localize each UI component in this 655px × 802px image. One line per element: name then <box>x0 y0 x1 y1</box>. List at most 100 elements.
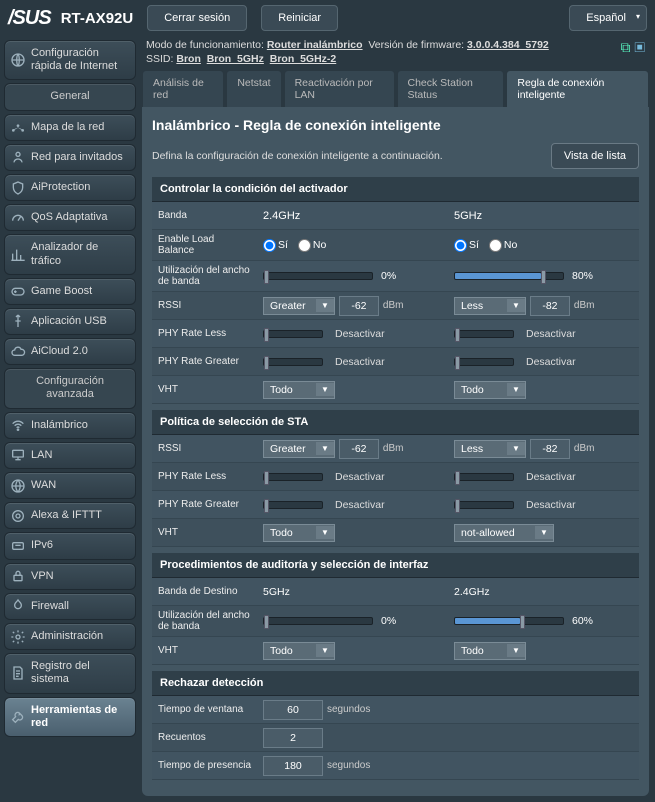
label-phygr2: PHY Rate Greater <box>152 495 257 514</box>
sidebar-item-wan[interactable]: WAN <box>4 472 136 499</box>
tab-bar: Análisis de red Netstat Reactivación por… <box>142 70 649 107</box>
select-rssi2-24[interactable]: Greater▼ <box>263 440 335 458</box>
slider-phyless-5[interactable] <box>454 330 514 338</box>
label-rssi: RSSI <box>152 296 257 315</box>
tools-icon <box>10 709 26 725</box>
radio-lb-24-no[interactable]: No <box>298 239 326 252</box>
tab-netstat[interactable]: Netstat <box>226 70 281 107</box>
cloud-icon <box>10 344 26 360</box>
label-presence: Tiempo de presencia <box>152 756 257 775</box>
sidebar-item-map[interactable]: Mapa de la red <box>4 114 136 141</box>
sidebar: Configuración rápida de Internet General… <box>0 36 140 802</box>
reboot-button[interactable]: Reiniciar <box>261 5 338 31</box>
map-icon <box>10 119 26 135</box>
sidebar-item-qos[interactable]: QoS Adaptativa <box>4 204 136 231</box>
select-vht-5[interactable]: Todo▼ <box>454 381 526 399</box>
phyless-24-state: Desactivar <box>335 328 385 340</box>
sidebar-item-ipv6[interactable]: IPv6 <box>4 532 136 559</box>
label-phyless2: PHY Rate Less <box>152 467 257 486</box>
slider-bw-24[interactable] <box>263 272 373 280</box>
slider-phygr-24[interactable] <box>263 358 323 366</box>
label-vht: VHT <box>152 380 257 399</box>
col-head-5: 5GHz <box>448 207 639 225</box>
sidebar-item-qis[interactable]: Configuración rápida de Internet <box>4 40 136 80</box>
radio-lb-5-yes[interactable]: Sí <box>454 239 479 252</box>
slider-bw3-5[interactable] <box>454 617 564 625</box>
unit-dbm: dBm <box>383 443 404 454</box>
sidebar-item-guest[interactable]: Red para invitados <box>4 144 136 171</box>
input-window[interactable] <box>263 700 323 720</box>
select-vht-24[interactable]: Todo▼ <box>263 381 335 399</box>
select-vht3-5[interactable]: Todo▼ <box>454 642 526 660</box>
input-presence[interactable] <box>263 756 323 776</box>
select-rssi2-5[interactable]: Less▼ <box>454 440 526 458</box>
label-rssi2: RSSI <box>152 439 257 458</box>
sidebar-item-gameboost[interactable]: Game Boost <box>4 278 136 305</box>
radio-lb-24-yes[interactable]: Sí <box>263 239 288 252</box>
slider-phygr2-5[interactable] <box>454 501 514 509</box>
globe-icon <box>10 478 26 494</box>
label-bw-util: Utilización del ancho de banda <box>152 261 257 291</box>
internet-icon <box>10 52 26 68</box>
sidebar-item-syslog[interactable]: Registro del sistema <box>4 653 136 693</box>
sidebar-item-nettools[interactable]: Herramientas de red <box>4 697 136 737</box>
input-rssi2-24[interactable] <box>339 439 379 459</box>
brand-logo: /SUS <box>8 7 51 30</box>
app-icon[interactable]: ▣ <box>634 39 645 55</box>
tab-netanalysis[interactable]: Análisis de red <box>142 70 224 107</box>
alexa-icon <box>10 508 26 524</box>
section-sta: Política de selección de STA RSSI Greate… <box>152 410 639 547</box>
slider-bw3-24[interactable] <box>263 617 373 625</box>
select-vht2-5[interactable]: not-allowed▼ <box>454 524 554 542</box>
sidebar-item-aiprotection[interactable]: AiProtection <box>4 174 136 201</box>
phyless-5-state: Desactivar <box>526 328 576 340</box>
section-head-interface: Procedimientos de auditoría y selección … <box>152 553 639 578</box>
tab-smart-connect[interactable]: Regla de conexión inteligente <box>506 70 649 107</box>
sidebar-item-vpn[interactable]: VPN <box>4 563 136 590</box>
list-view-button[interactable]: Vista de lista <box>551 143 639 169</box>
tab-wol[interactable]: Reactivación por LAN <box>284 70 395 107</box>
select-vht3-24[interactable]: Todo▼ <box>263 642 335 660</box>
section-interface: Procedimientos de auditoría y selección … <box>152 553 639 665</box>
label-counts: Recuentos <box>152 728 257 747</box>
input-counts[interactable] <box>263 728 323 748</box>
sidebar-item-alexa[interactable]: Alexa & IFTTT <box>4 502 136 529</box>
language-select[interactable]: Español <box>569 5 647 31</box>
aimesh-icon[interactable]: ⧉ <box>620 39 630 55</box>
col-head-24: 2.4GHz <box>257 207 448 225</box>
slider-bw-5[interactable] <box>454 272 564 280</box>
slider-phygr-5[interactable] <box>454 358 514 366</box>
slider-phyless-24[interactable] <box>263 330 323 338</box>
sidebar-item-traffic[interactable]: Analizador de tráfico <box>4 234 136 274</box>
top-bar: /SUS RT-AX92U Cerrar sesión Reiniciar Es… <box>0 0 655 36</box>
label-phy-greater: PHY Rate Greater <box>152 352 257 371</box>
slider-phyless2-5[interactable] <box>454 473 514 481</box>
input-rssi-24[interactable] <box>339 296 379 316</box>
sidebar-header-general: General <box>4 83 136 110</box>
sidebar-item-firewall[interactable]: Firewall <box>4 593 136 620</box>
log-icon <box>10 665 26 681</box>
panel: Inalámbrico - Regla de conexión intelige… <box>142 107 649 796</box>
sidebar-item-aicloud[interactable]: AiCloud 2.0 <box>4 338 136 365</box>
sidebar-item-wireless[interactable]: Inalámbrico <box>4 412 136 439</box>
sidebar-item-admin[interactable]: Administración <box>4 623 136 650</box>
select-rssi-24[interactable]: Greater▼ <box>263 297 335 315</box>
shield-icon <box>10 180 26 196</box>
sidebar-item-lan[interactable]: LAN <box>4 442 136 469</box>
vpn-icon <box>10 568 26 584</box>
radio-lb-5-no[interactable]: No <box>489 239 517 252</box>
main-content: Modo de funcionamiento: Router inalámbri… <box>140 36 655 802</box>
slider-phyless2-24[interactable] <box>263 473 323 481</box>
logout-button[interactable]: Cerrar sesión <box>147 5 247 31</box>
label-vht3: VHT <box>152 641 257 660</box>
sidebar-item-usb[interactable]: Aplicación USB <box>4 308 136 335</box>
slider-phygr2-24[interactable] <box>263 501 323 509</box>
ipv6-icon <box>10 538 26 554</box>
input-rssi-5[interactable] <box>530 296 570 316</box>
sidebar-header-advanced: Configuración avanzada <box>4 368 136 408</box>
input-rssi2-5[interactable] <box>530 439 570 459</box>
label-band: Banda <box>152 206 257 225</box>
select-rssi-5[interactable]: Less▼ <box>454 297 526 315</box>
tab-station[interactable]: Check Station Status <box>397 70 505 107</box>
select-vht2-24[interactable]: Todo▼ <box>263 524 335 542</box>
